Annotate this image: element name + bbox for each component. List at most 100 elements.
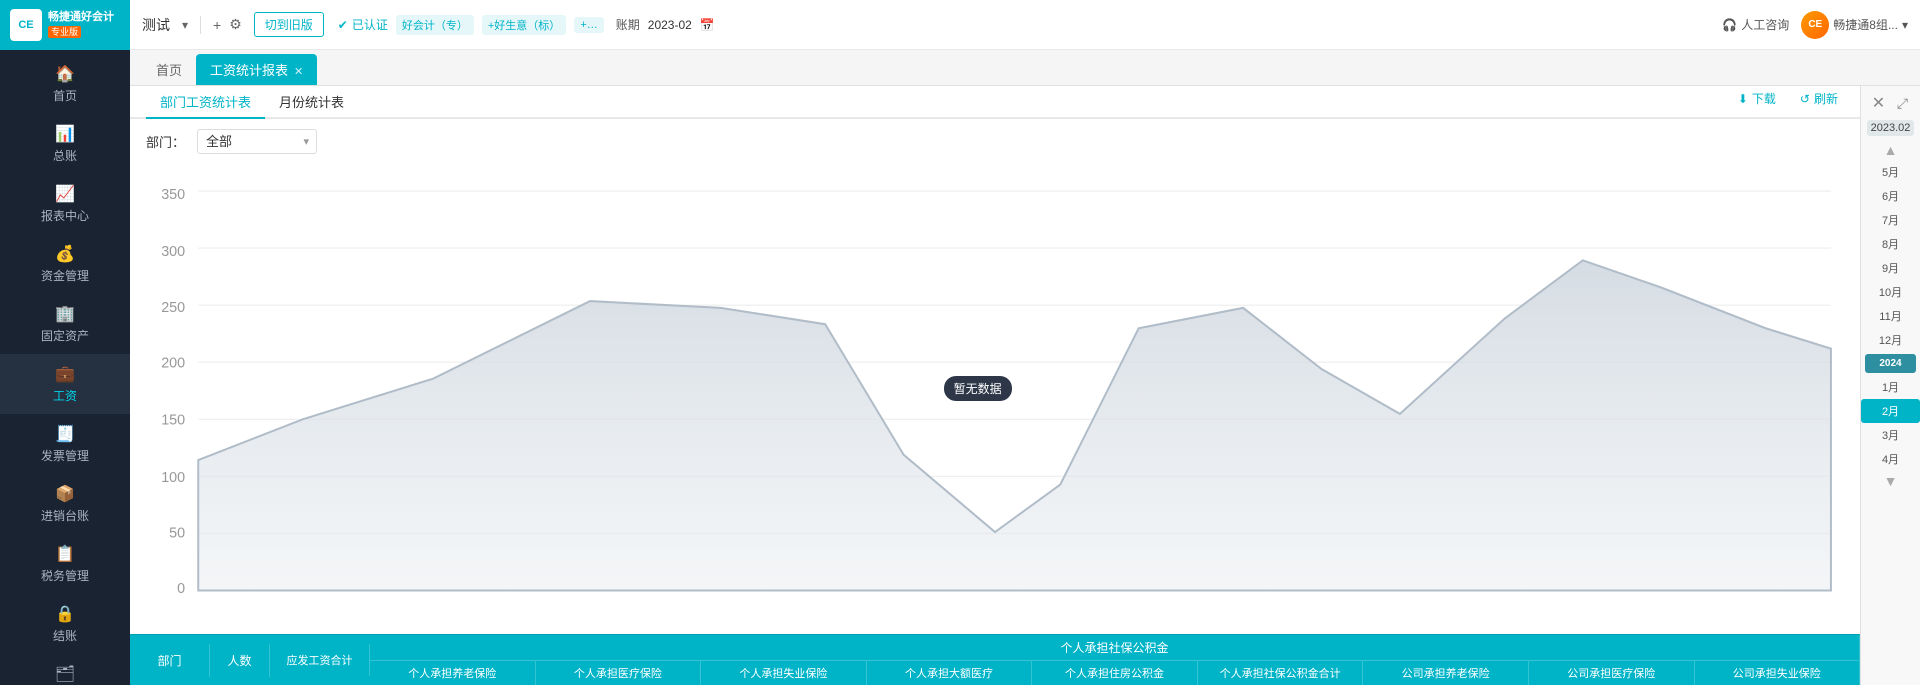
sidebar-item-归档管理[interactable]: 🗂归档管理 [0,654,130,685]
th-headcount: 人数 [210,644,270,677]
months-container: 5月6月7月8月9月10月11月12月 2024 1月2月3月4月 [1861,160,1920,471]
tab-close-btn[interactable]: ✕ [294,66,303,78]
calendar-icon[interactable]: 📅 [700,18,715,32]
headset-icon: 🎧 [1722,18,1737,32]
month-2024-2月[interactable]: 2月 [1861,399,1920,423]
refresh-icon: ↺ [1800,92,1810,106]
sidebar-item-发票管理[interactable]: 🧾 发票管理 [0,414,130,474]
sidebar-icon: 🧾 [55,424,75,444]
expand-panel-btn[interactable]: ⤢ [1892,92,1914,114]
sidebar-item-报表中心[interactable]: 📈 报表中心 [0,174,130,234]
dept-label: 部门： [146,132,185,151]
period-label: 账期 [616,16,640,33]
sidebar-label: 结账 [53,627,77,644]
subtabs-actions: ⬇ 下载 ↺ 刷新 [1732,86,1844,117]
month-9月[interactable]: 9月 [1861,256,1920,280]
year-2024-header: 2024 [1865,354,1916,373]
month-12月[interactable]: 12月 [1861,328,1920,352]
sidebar-icon: 📈 [55,184,75,204]
sidebar-item-工资[interactable]: 💼 工资 [0,354,130,414]
sidebar-label: 发票管理 [41,447,89,464]
settings-button[interactable]: ⚙ [229,16,242,33]
th-col-公司承担养老保险: 公司承担养老保险 [1363,661,1529,685]
th-dept: 部门 [130,644,210,677]
download-btn[interactable]: ⬇ 下载 [1732,87,1782,110]
table-header: 部门 人数 应发工资合计 个人承担社保公积金 个人承担养老保险个人承担医疗保险个… [130,634,1860,685]
panel-controls: ✕ ⤢ [1866,90,1916,116]
sidebar-label: 总账 [53,147,77,164]
period-value: 2023-02 [648,18,692,32]
svg-text:350: 350 [161,187,185,203]
month-11月[interactable]: 11月 [1861,304,1920,328]
month-2024-1月[interactable]: 1月 [1861,375,1920,399]
sidebar-nav: 🏠首页📊总账 📈 报表中心 💰 资金管理 🏢 固定资产 💼 工资 🧾 发票管理 📦 进销台账 📋税务管理🔒… [0,50,130,685]
sidebar-item-首页[interactable]: 🏠首页 [0,54,130,114]
th-col-公司承担失业保险: 公司承担失业保险 [1695,661,1861,685]
sidebar-icon: 🏢 [55,304,75,324]
sidebar-icon: 💼 [55,364,75,384]
sidebar-icon: 📦 [55,484,75,504]
th-col-个人承担医疗保险: 个人承担医疗保险 [536,661,702,685]
month-7月[interactable]: 7月 [1861,208,1920,232]
main-area: 测试 ▾ + ⚙ 切到旧版 ✔ 已认证 好会计（专） +好生意（标） +… 账期… [130,0,1920,685]
download-icon: ⬇ [1738,92,1748,106]
svg-text:50: 50 [169,525,185,541]
logo-text: 畅捷通好会计 专业版 [48,10,114,40]
app-logo: CE 畅捷通好会计 专业版 [0,0,130,50]
user-menu[interactable]: CE 畅捷通8组... ▾ [1801,11,1908,39]
close-panel-btn[interactable]: ✕ [1868,92,1890,114]
th-col-个人承担养老保险: 个人承担养老保险 [370,661,536,685]
sidebar-item-进销台账[interactable]: 📦 进销台账 [0,474,130,534]
nav-up-btn[interactable]: ▲ [1861,140,1920,160]
th-social-group: 个人承担社保公积金 个人承担养老保险个人承担医疗保险个人承担失业保险个人承担大额… [370,635,1860,685]
tabbar: 首页工资统计报表✕ [130,50,1920,86]
sidebar-icon: 🗂 [55,664,75,684]
th-social-group-label: 个人承担社保公积金 [370,635,1860,661]
sidebar-label: 资金管理 [41,267,89,284]
svg-text:200: 200 [161,355,185,371]
th-col-个人承担失业保险: 个人承担失业保险 [701,661,867,685]
right-panel: ✕ ⤢ 2023.02 ▲ 5月6月7月8月9月10月11月12月 2024 1月2… [1860,86,1920,685]
certified-badge: ✔ 已认证 [338,16,388,33]
month-10月[interactable]: 10月 [1861,280,1920,304]
sidebar-label: 固定资产 [41,327,89,344]
sidebar-label: 首页 [53,87,77,104]
month-8月[interactable]: 8月 [1861,232,1920,256]
tab-首页[interactable]: 首页 [142,54,196,85]
svg-text:150: 150 [161,413,185,429]
refresh-btn[interactable]: ↺ 刷新 [1794,87,1844,110]
sidebar-item-固定资产[interactable]: 🏢 固定资产 [0,294,130,354]
switch-old-btn[interactable]: 切到旧版 [254,12,324,37]
sidebar-icon: 💰 [55,244,75,264]
tag-haoshengyi: +好生意（标） [482,15,566,35]
year-display: 2023.02 [1867,120,1915,136]
sidebar-item-总账[interactable]: 📊总账 [0,114,130,174]
month-2024-3月[interactable]: 3月 [1861,423,1920,447]
sidebar-label: 进销台账 [41,507,89,524]
main-panel: 部门工资统计表月份统计表 ⬇ 下载 ↺ 刷新 部门： 全部财务部销售部行政部 [130,86,1860,685]
add-button[interactable]: + [213,17,221,33]
sidebar-item-税务管理[interactable]: 📋税务管理 [0,534,130,594]
topbar-dropdown-arrow[interactable]: ▾ [182,18,188,32]
month-6月[interactable]: 6月 [1861,184,1920,208]
sidebar-icon: 📋 [55,544,75,564]
month-2024-4月[interactable]: 4月 [1861,447,1920,471]
tab-工资统计报表[interactable]: 工资统计报表✕ [196,54,317,85]
sidebar-label: 工资 [53,387,77,404]
topbar: 测试 ▾ + ⚙ 切到旧版 ✔ 已认证 好会计（专） +好生意（标） +… 账期… [130,0,1920,50]
toolbar-row: 部门： 全部财务部销售部行政部 ▾ [130,119,1860,164]
subtab-月份统计表[interactable]: 月份统计表 [265,86,358,119]
sidebar-item-结账[interactable]: 🔒结账 [0,594,130,654]
month-5月[interactable]: 5月 [1861,160,1920,184]
topbar-right: 🎧 人工咨询 CE 畅捷通8组... ▾ [1722,11,1908,39]
content-area: 部门工资统计表月份统计表 ⬇ 下载 ↺ 刷新 部门： 全部财务部销售部行政部 [130,86,1920,685]
sidebar-label: 报表中心 [41,207,89,224]
th-col-个人承担大额医疗: 个人承担大额医疗 [867,661,1033,685]
th-salary-total: 应发工资合计 [270,644,370,676]
dept-select[interactable]: 全部财务部销售部行政部 [197,129,317,154]
tag-haokuaiji: 好会计（专） [396,15,474,35]
support-btn[interactable]: 🎧 人工咨询 [1722,16,1789,33]
nav-down-btn[interactable]: ▼ [1861,471,1920,491]
subtab-部门工资统计表[interactable]: 部门工资统计表 [146,86,265,119]
sidebar-item-资金管理[interactable]: 💰 资金管理 [0,234,130,294]
